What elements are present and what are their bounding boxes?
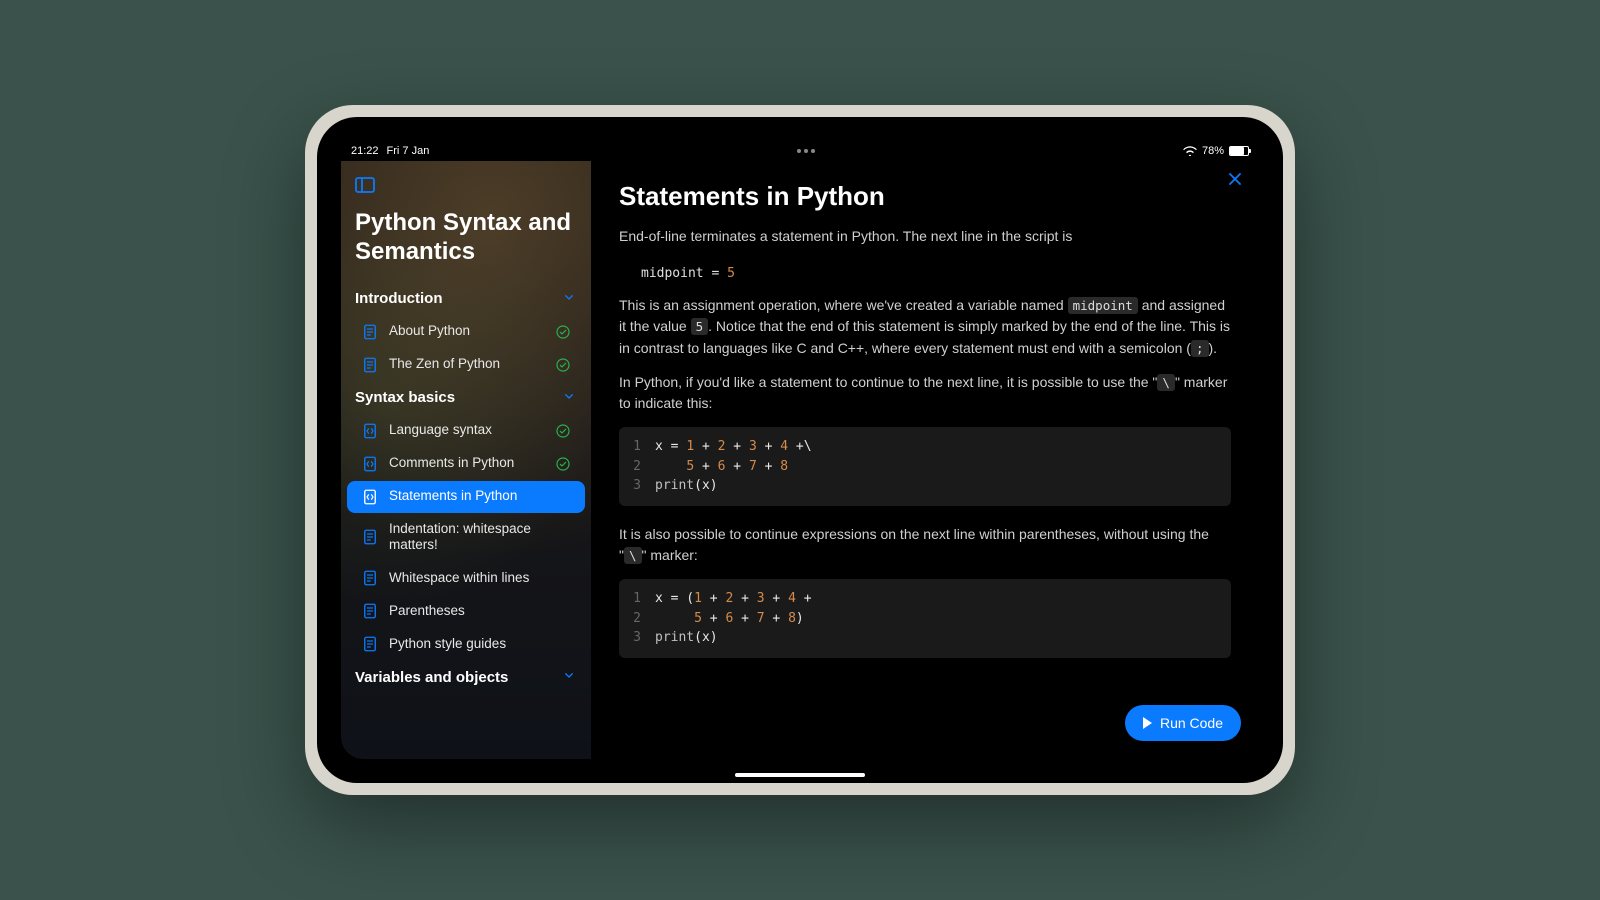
sidebar-item[interactable]: About Python	[347, 316, 585, 348]
line-number: 3	[631, 476, 641, 496]
close-button[interactable]	[1221, 165, 1249, 193]
sidebar-item-label: Comments in Python	[389, 455, 545, 472]
code-line: print(x)	[655, 628, 718, 648]
inline-code: ;	[1191, 340, 1209, 357]
code-line: x = (1 + 2 + 3 + 4 +	[655, 589, 812, 609]
sidebar-item-label: Whitespace within lines	[389, 570, 571, 587]
check-icon	[555, 324, 571, 340]
code-line: 5 + 6 + 7 + 8)	[655, 609, 804, 629]
inline-code: 5	[691, 318, 709, 335]
status-bar: 21:22 Fri 7 Jan 78%	[341, 141, 1259, 161]
page-title: Statements in Python	[619, 165, 1231, 226]
code-icon	[361, 455, 379, 473]
check-icon	[555, 423, 571, 439]
doc-icon	[361, 635, 379, 653]
wifi-icon	[1183, 146, 1197, 156]
sidebar-item[interactable]: Parentheses	[347, 595, 585, 627]
sidebar-item-label: Parentheses	[389, 603, 571, 620]
section-title: Syntax basics	[355, 389, 455, 406]
code-line: x = 1 + 2 + 3 + 4 +\	[655, 437, 812, 457]
chevron-down-icon	[561, 388, 577, 408]
app-screen: 21:22 Fri 7 Jan 78% Python Syntax	[341, 141, 1259, 759]
content-pane: Statements in Python End-of-line termina…	[591, 161, 1259, 759]
line-number: 1	[631, 437, 641, 457]
inline-code: \	[624, 547, 642, 564]
run-code-label: Run Code	[1160, 715, 1223, 731]
check-icon	[555, 456, 571, 472]
paragraph: End-of-line terminates a statement in Py…	[619, 226, 1231, 248]
sidebar-item[interactable]: The Zen of Python	[347, 349, 585, 381]
line-number: 1	[631, 589, 641, 609]
sidebar-item[interactable]: Statements in Python	[347, 481, 585, 513]
ipad-device-frame: 21:22 Fri 7 Jan 78% Python Syntax	[305, 105, 1295, 795]
code-line: 5 + 6 + 7 + 8	[655, 457, 788, 477]
inline-code: \	[1157, 374, 1175, 391]
paragraph: It is also possible to continue expressi…	[619, 524, 1231, 567]
section-title: Variables and objects	[355, 669, 508, 686]
sidebar-item-label: Python style guides	[389, 636, 571, 653]
section-title: Introduction	[355, 290, 442, 307]
battery-percent: 78%	[1202, 145, 1224, 157]
code-icon	[361, 488, 379, 506]
section-header[interactable]: Syntax basics	[341, 382, 591, 414]
sidebar-item-label: The Zen of Python	[389, 356, 545, 373]
inline-code-line: midpoint = 5	[619, 260, 1231, 295]
paragraph: This is an assignment operation, where w…	[619, 295, 1231, 360]
code-icon	[361, 422, 379, 440]
code-block: 1 x = 1 + 2 + 3 + 4 +\ 2 5 + 6 + 7 + 8 3 pri…	[619, 427, 1231, 506]
course-title: Python Syntax and Semantics	[341, 209, 591, 283]
section-header[interactable]: Variables and objects	[341, 661, 591, 693]
line-number: 3	[631, 628, 641, 648]
ipad-bezel: 21:22 Fri 7 Jan 78% Python Syntax	[317, 117, 1283, 783]
sidebar-item[interactable]: Language syntax	[347, 415, 585, 447]
inline-code: midpoint	[1068, 297, 1138, 314]
sidebar-item-label: About Python	[389, 323, 545, 340]
play-icon	[1143, 717, 1152, 729]
doc-icon	[361, 323, 379, 341]
sidebar-item-label: Indentation: whitespace matters!	[389, 521, 571, 555]
status-time: 21:22	[351, 145, 379, 157]
sidebar-item[interactable]: Comments in Python	[347, 448, 585, 480]
check-icon	[555, 357, 571, 373]
status-date: Fri 7 Jan	[387, 145, 430, 157]
sidebar-item[interactable]: Python style guides	[347, 628, 585, 660]
doc-icon	[361, 602, 379, 620]
chevron-down-icon	[561, 289, 577, 309]
battery-icon	[1229, 146, 1249, 156]
paragraph: In Python, if you'd like a statement to …	[619, 372, 1231, 415]
run-code-button[interactable]: Run Code	[1125, 705, 1241, 741]
doc-icon	[361, 356, 379, 374]
multitasking-dots[interactable]	[797, 149, 815, 153]
sidebar: Python Syntax and Semantics Introduction…	[341, 161, 591, 759]
sidebar-item[interactable]: Whitespace within lines	[347, 562, 585, 594]
doc-icon	[361, 528, 379, 546]
chevron-down-icon	[561, 667, 577, 687]
sidebar-toggle-button[interactable]	[353, 173, 377, 197]
code-block: 1 x = (1 + 2 + 3 + 4 + 2 5 + 6 + 7 + 8) 3 pr…	[619, 579, 1231, 658]
section-header[interactable]: Introduction	[341, 283, 591, 315]
doc-icon	[361, 569, 379, 587]
sidebar-item[interactable]: Indentation: whitespace matters!	[347, 514, 585, 562]
sidebar-item-label: Statements in Python	[389, 488, 571, 505]
line-number: 2	[631, 457, 641, 477]
code-line: print(x)	[655, 476, 718, 496]
line-number: 2	[631, 609, 641, 629]
sidebar-item-label: Language syntax	[389, 422, 545, 439]
